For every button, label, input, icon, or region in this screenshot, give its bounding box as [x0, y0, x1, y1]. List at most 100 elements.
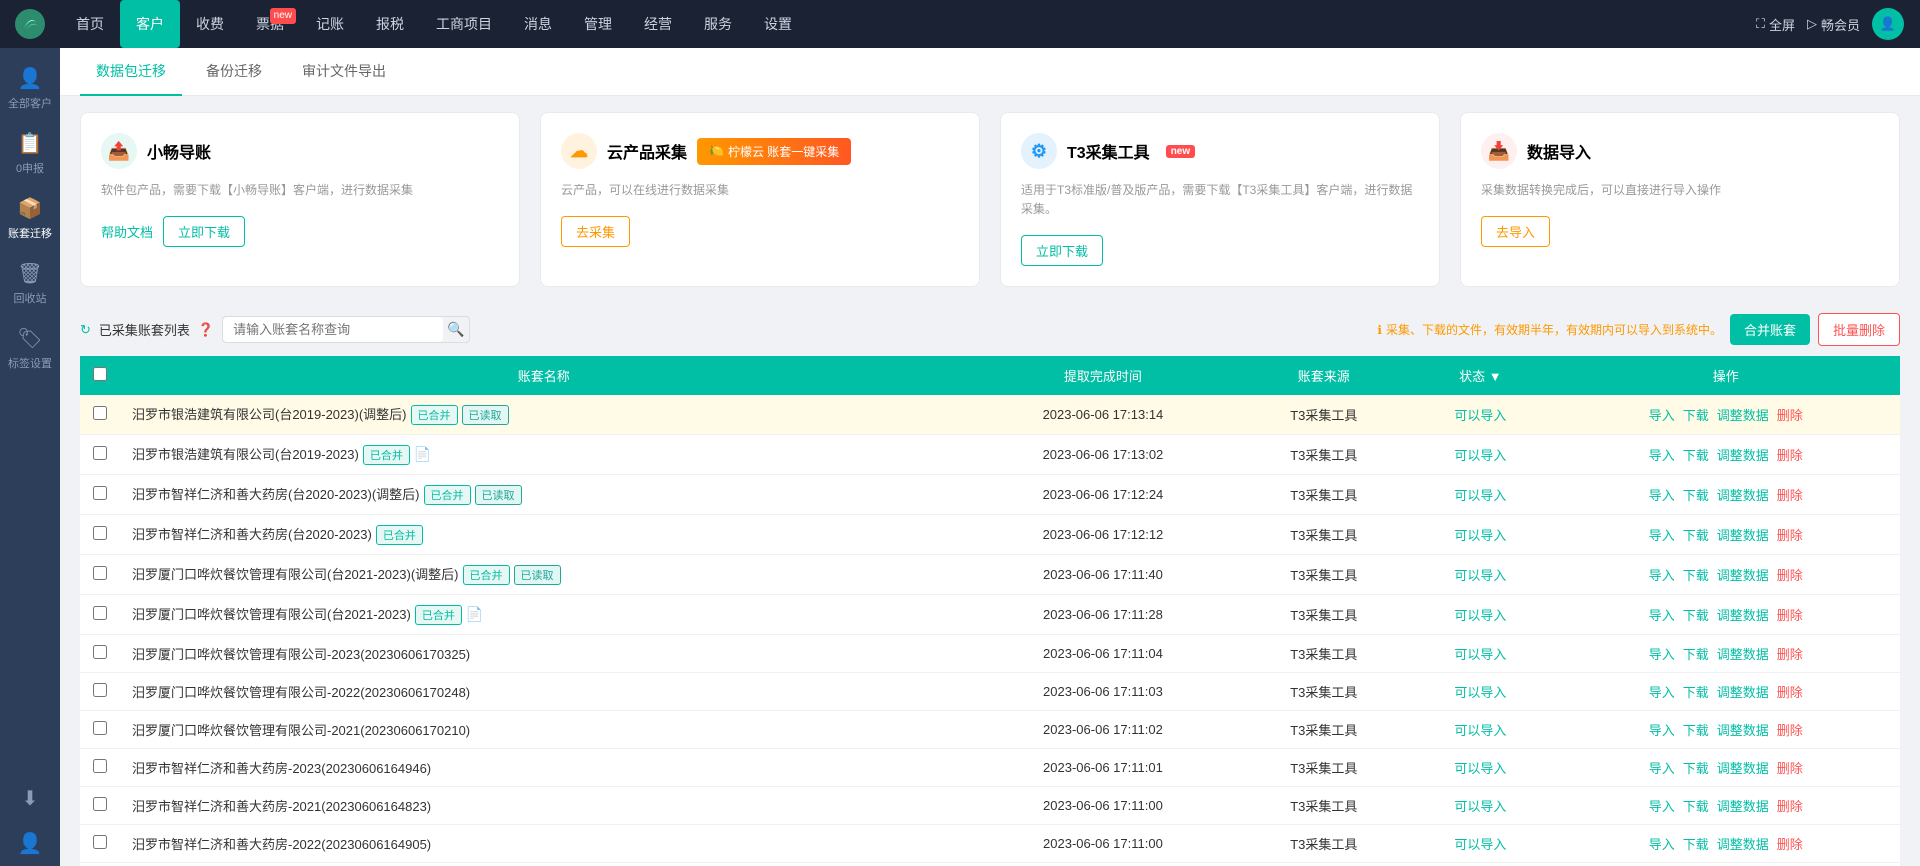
adjust-action[interactable]: 调整数据 — [1717, 448, 1769, 463]
import-action[interactable]: 导入 — [1649, 837, 1675, 852]
download-action[interactable]: 下载 — [1683, 761, 1709, 776]
nav-business[interactable]: 工商项目 — [420, 0, 508, 48]
select-all-checkbox[interactable] — [93, 367, 107, 381]
import-action[interactable]: 导入 — [1649, 608, 1675, 623]
sidebar-item-recycle[interactable]: 🗑 回收站 — [0, 251, 60, 316]
go-collect-btn[interactable]: 去采集 — [561, 216, 630, 247]
nav-fee[interactable]: 收费 — [180, 0, 240, 48]
nav-tax[interactable]: 报税 — [360, 0, 420, 48]
download-action[interactable]: 下载 — [1683, 568, 1709, 583]
download-action[interactable]: 下载 — [1683, 488, 1709, 503]
nav-home[interactable]: 首页 — [60, 0, 120, 48]
delete-action[interactable]: 删除 — [1777, 837, 1803, 852]
delete-action[interactable]: 删除 — [1777, 647, 1803, 662]
reload-icon[interactable]: ↻ — [80, 322, 91, 338]
download-action[interactable]: 下载 — [1683, 723, 1709, 738]
download-action[interactable]: 下载 — [1683, 408, 1709, 423]
sidebar-download[interactable]: ⬇ — [0, 776, 60, 821]
import-action[interactable]: 导入 — [1649, 408, 1675, 423]
cloud-collect-badge-btn[interactable]: 🍋 柠檬云 账套一键采集 — [697, 138, 851, 165]
fullscreen-btn[interactable]: ⛶ 全屏 — [1756, 15, 1795, 34]
download-action[interactable]: 下载 — [1683, 685, 1709, 700]
delete-action[interactable]: 删除 — [1777, 448, 1803, 463]
adjust-action[interactable]: 调整数据 — [1717, 408, 1769, 423]
import-action[interactable]: 导入 — [1649, 647, 1675, 662]
nav-customer[interactable]: 客户 — [120, 0, 180, 48]
download-action[interactable]: 下载 — [1683, 837, 1709, 852]
adjust-action[interactable]: 调整数据 — [1717, 723, 1769, 738]
sidebar-item-tag-settings[interactable]: 🏷 标签设置 — [0, 316, 60, 381]
delete-action[interactable]: 删除 — [1777, 799, 1803, 814]
import-action[interactable]: 导入 — [1649, 799, 1675, 814]
search-button[interactable]: 🔍 — [443, 321, 468, 338]
import-action[interactable]: 导入 — [1649, 761, 1675, 776]
nav-invoice[interactable]: 票据 new — [240, 0, 300, 48]
adjust-action[interactable]: 调整数据 — [1717, 488, 1769, 503]
adjust-action[interactable]: 调整数据 — [1717, 761, 1769, 776]
tab-audit-export[interactable]: 审计文件导出 — [286, 48, 402, 96]
go-import-btn[interactable]: 去导入 — [1481, 216, 1550, 247]
delete-action[interactable]: 删除 — [1777, 608, 1803, 623]
download-action[interactable]: 下载 — [1683, 608, 1709, 623]
download-action[interactable]: 下载 — [1683, 799, 1709, 814]
sidebar-user[interactable]: 👤 — [0, 821, 60, 866]
adjust-action[interactable]: 调整数据 — [1717, 568, 1769, 583]
import-action[interactable]: 导入 — [1649, 568, 1675, 583]
delete-action[interactable]: 删除 — [1777, 761, 1803, 776]
nav-service[interactable]: 服务 — [688, 0, 748, 48]
row-checkbox[interactable] — [93, 486, 107, 500]
xiaochu-download-btn[interactable]: 立即下载 — [163, 216, 245, 247]
row-checkbox[interactable] — [93, 797, 107, 811]
delete-action[interactable]: 删除 — [1777, 528, 1803, 543]
delete-action[interactable]: 删除 — [1777, 568, 1803, 583]
nav-message[interactable]: 消息 — [508, 0, 568, 48]
nav-operation[interactable]: 经营 — [628, 0, 688, 48]
logo[interactable] — [0, 0, 60, 48]
adjust-action[interactable]: 调整数据 — [1717, 608, 1769, 623]
import-action[interactable]: 导入 — [1649, 528, 1675, 543]
row-checkbox[interactable] — [93, 683, 107, 697]
adjust-action[interactable]: 调整数据 — [1717, 685, 1769, 700]
import-action[interactable]: 导入 — [1649, 685, 1675, 700]
adjust-action[interactable]: 调整数据 — [1717, 837, 1769, 852]
member-btn[interactable]: ▷ 畅会员 — [1807, 15, 1860, 34]
row-checkbox[interactable] — [93, 566, 107, 580]
merge-accounts-btn[interactable]: 合并账套 — [1730, 314, 1810, 345]
tab-backup-migration[interactable]: 备份迁移 — [190, 48, 278, 96]
row-checkbox[interactable] — [93, 606, 107, 620]
tab-data-migration[interactable]: 数据包迁移 — [80, 48, 182, 96]
row-checkbox[interactable] — [93, 721, 107, 735]
t3-download-btn[interactable]: 立即下载 — [1021, 235, 1103, 266]
nav-settings[interactable]: 设置 — [748, 0, 808, 48]
col-time[interactable]: 提取完成时间 — [967, 356, 1238, 395]
delete-action[interactable]: 删除 — [1777, 723, 1803, 738]
user-avatar[interactable]: 👤 — [1872, 8, 1904, 40]
help-doc-link[interactable]: 帮助文档 — [101, 222, 153, 241]
col-status[interactable]: 状态 ▼ — [1409, 356, 1551, 395]
adjust-action[interactable]: 调整数据 — [1717, 528, 1769, 543]
select-all-header[interactable] — [80, 356, 120, 395]
row-checkbox[interactable] — [93, 526, 107, 540]
download-action[interactable]: 下载 — [1683, 448, 1709, 463]
nav-management[interactable]: 管理 — [568, 0, 628, 48]
download-action[interactable]: 下载 — [1683, 528, 1709, 543]
row-checkbox[interactable] — [93, 759, 107, 773]
nav-accounting[interactable]: 记账 — [300, 0, 360, 48]
download-action[interactable]: 下载 — [1683, 647, 1709, 662]
row-checkbox[interactable] — [93, 645, 107, 659]
search-input[interactable] — [223, 317, 443, 342]
batch-delete-btn[interactable]: 批量删除 — [1818, 313, 1900, 346]
adjust-action[interactable]: 调整数据 — [1717, 799, 1769, 814]
row-checkbox[interactable] — [93, 406, 107, 420]
import-action[interactable]: 导入 — [1649, 488, 1675, 503]
sidebar-item-all-customers[interactable]: 👤 全部客户 — [0, 56, 60, 121]
import-action[interactable]: 导入 — [1649, 448, 1675, 463]
adjust-action[interactable]: 调整数据 — [1717, 647, 1769, 662]
delete-action[interactable]: 删除 — [1777, 685, 1803, 700]
row-checkbox[interactable] — [93, 446, 107, 460]
delete-action[interactable]: 删除 — [1777, 488, 1803, 503]
sidebar-item-zero-report[interactable]: 📋 0申报 — [0, 121, 60, 186]
row-checkbox[interactable] — [93, 835, 107, 849]
import-action[interactable]: 导入 — [1649, 723, 1675, 738]
sidebar-item-account-migration[interactable]: 📦 账套迁移 — [0, 186, 60, 251]
